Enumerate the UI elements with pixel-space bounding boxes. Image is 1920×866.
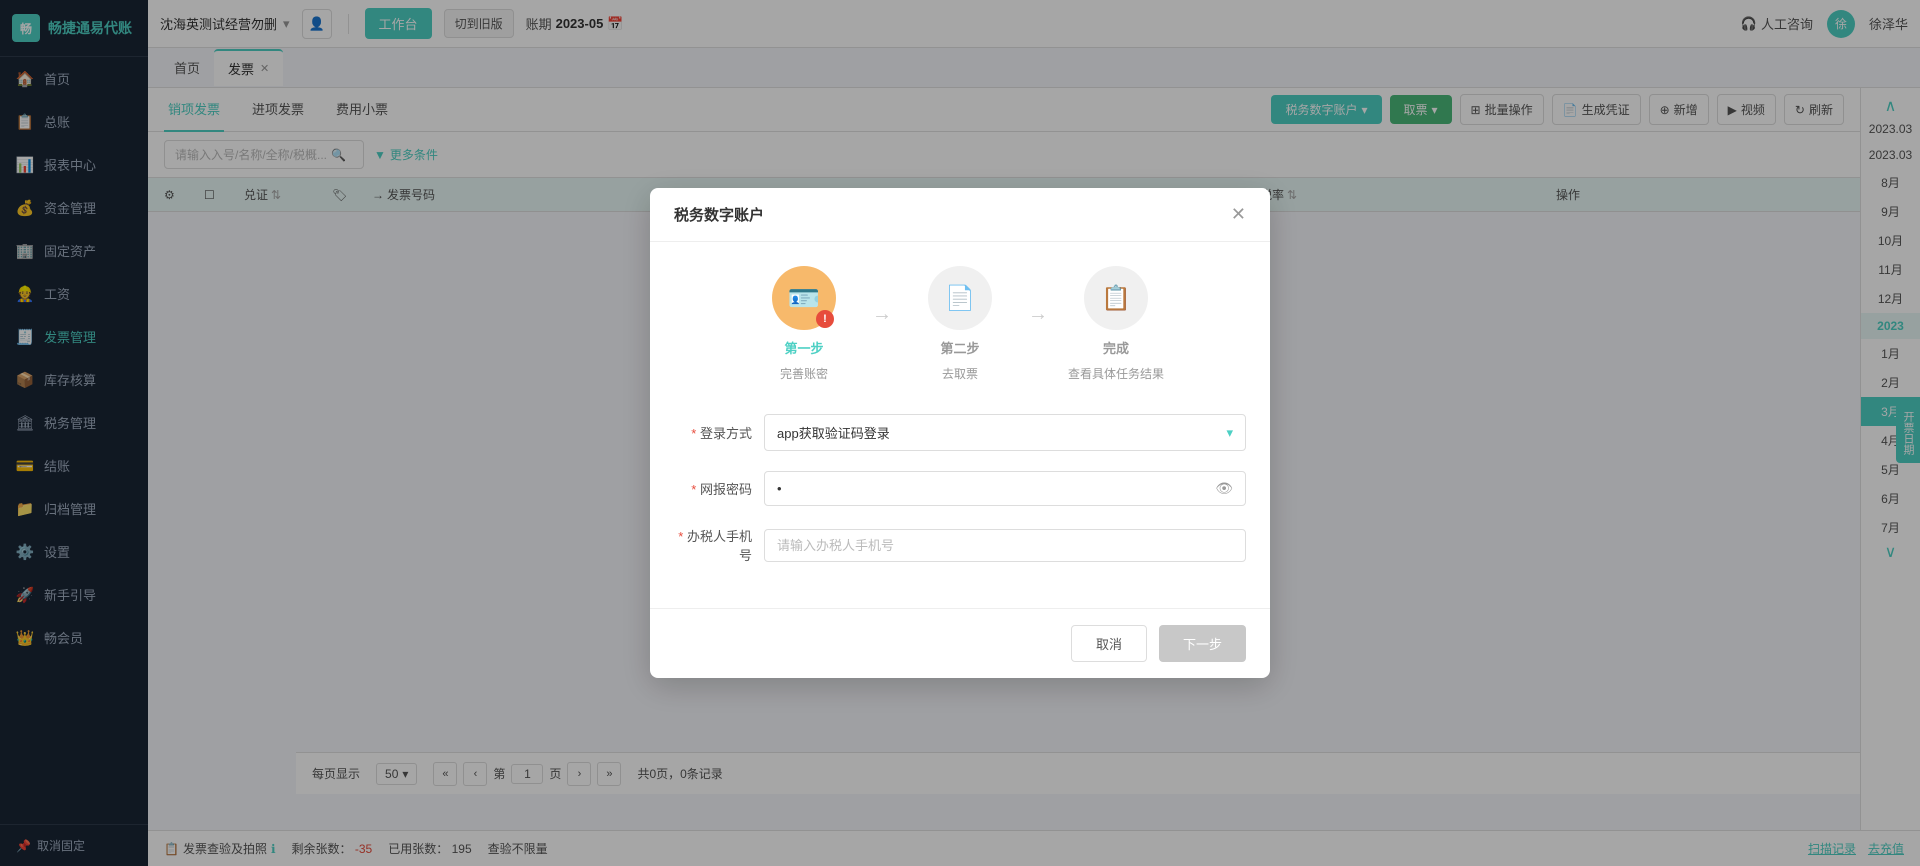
- login-method-selector[interactable]: app获取验证码登录 ▾: [764, 414, 1246, 451]
- step-1-icon: 🪪 !: [772, 266, 836, 330]
- document-icon: 📄: [945, 284, 975, 313]
- step-3-label: 完成: [1103, 338, 1129, 357]
- step-2-desc: 去取票: [942, 365, 978, 382]
- toggle-password-icon[interactable]: 👁: [1215, 480, 1233, 497]
- modal-title: 税务数字账户: [674, 204, 764, 225]
- modal-close-button[interactable]: ✕: [1231, 204, 1246, 225]
- next-step-button[interactable]: 下一步: [1159, 625, 1246, 662]
- arrow-2-3: →: [1028, 303, 1048, 346]
- arrow-1-2: →: [872, 303, 892, 346]
- step-3: 📋 完成 查看具体任务结果: [1056, 266, 1176, 382]
- step-1-label: 第一步: [784, 338, 823, 357]
- step-1-badge: !: [816, 310, 834, 328]
- id-card-icon: 🪪: [788, 283, 820, 314]
- modal-footer: 取消 下一步: [650, 608, 1270, 678]
- step-1-desc: 完善账密: [780, 365, 828, 382]
- cancel-button[interactable]: 取消: [1071, 625, 1147, 662]
- step-2-label: 第二步: [940, 338, 979, 357]
- steps-indicator: 🪪 ! 第一步 完善账密 → 📄 第二步 去取票 →: [674, 266, 1246, 382]
- modal-header: 税务数字账户 ✕: [650, 188, 1270, 242]
- login-method-row: * 登录方式 app获取验证码登录 ▾: [674, 414, 1246, 451]
- step-2-icon: 📄: [928, 266, 992, 330]
- modal-body: 🪪 ! 第一步 完善账密 → 📄 第二步 去取票 →: [650, 242, 1270, 608]
- dropdown-chevron-icon: ▾: [1226, 425, 1233, 441]
- modal-overlay: 税务数字账户 ✕ 🪪 ! 第一步 完善账密 → �: [0, 0, 1920, 866]
- login-method-label: * 登录方式: [674, 423, 764, 442]
- step-2: 📄 第二步 去取票: [900, 266, 1020, 382]
- tax-digital-modal: 税务数字账户 ✕ 🪪 ! 第一步 完善账密 → �: [650, 188, 1270, 678]
- phone-label: * 办税人手机号: [674, 526, 764, 564]
- phone-input[interactable]: [764, 529, 1246, 562]
- password-field[interactable]: • 👁: [764, 471, 1246, 506]
- phone-row: * 办税人手机号: [674, 526, 1246, 564]
- step-1: 🪪 ! 第一步 完善账密: [744, 266, 864, 382]
- step-3-desc: 查看具体任务结果: [1068, 365, 1164, 382]
- step-3-icon: 📋: [1084, 266, 1148, 330]
- password-row: * 网报密码 • 👁: [674, 471, 1246, 506]
- password-label: * 网报密码: [674, 479, 764, 498]
- clipboard-icon: 📋: [1101, 284, 1131, 313]
